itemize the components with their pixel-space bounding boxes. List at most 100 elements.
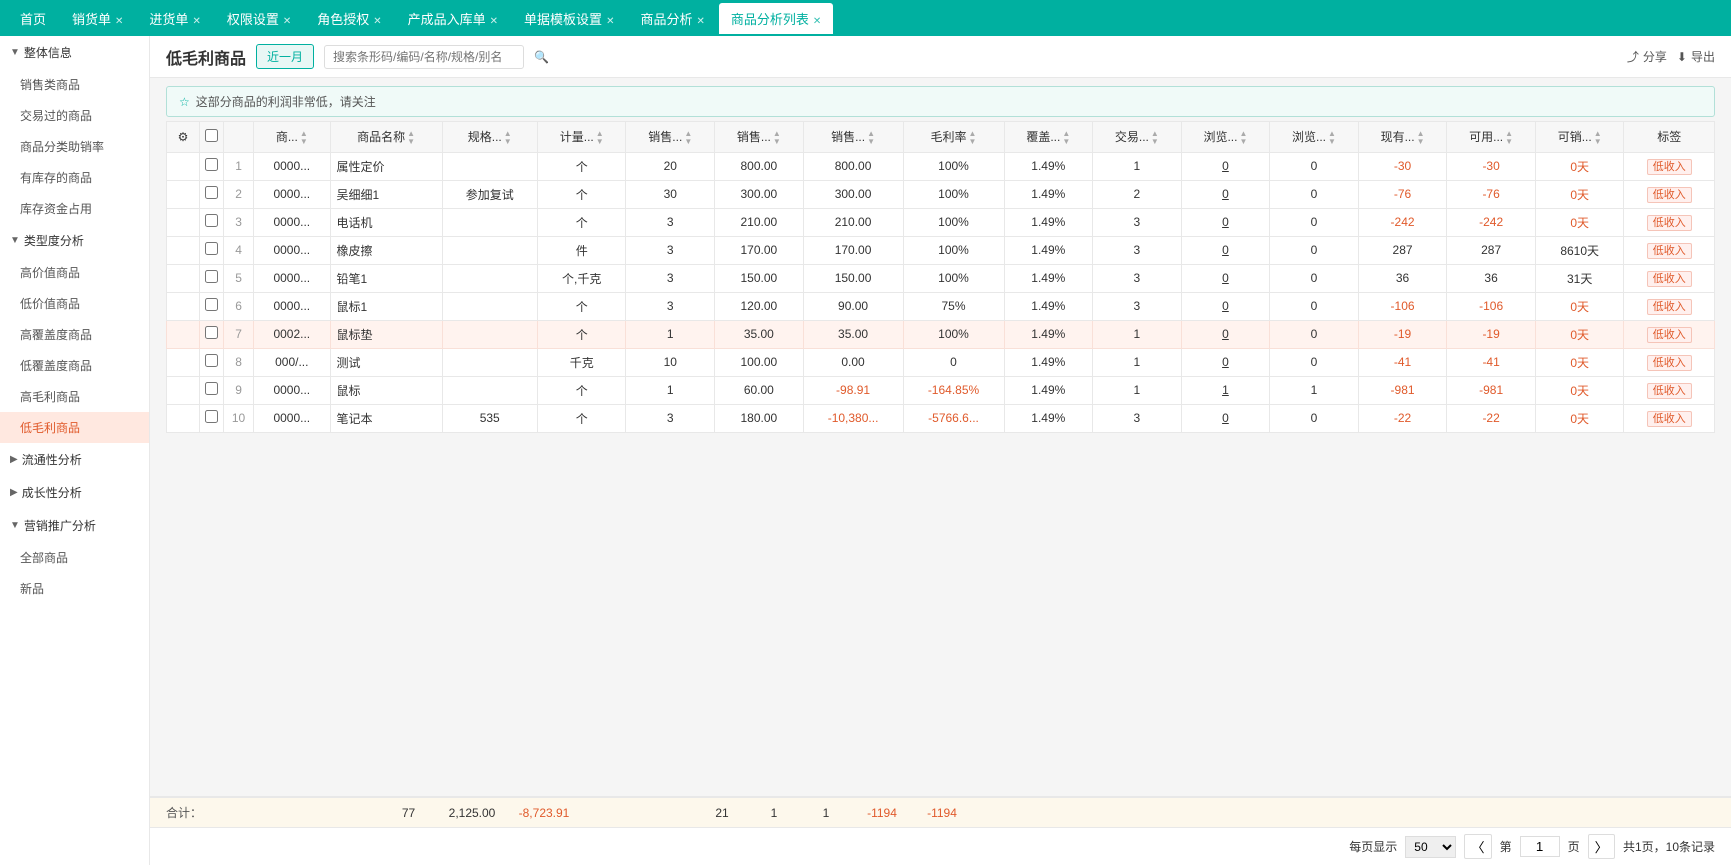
row-browse1[interactable]: 1: [1181, 376, 1270, 404]
nav-close-purchase[interactable]: ✕: [192, 16, 200, 27]
col-coverage[interactable]: 覆盖...▲▼: [1004, 122, 1093, 153]
search-input[interactable]: [324, 45, 524, 69]
row-browse1[interactable]: 0: [1181, 208, 1270, 236]
sidebar-item-sales-goods[interactable]: 销售类商品: [0, 69, 149, 100]
row-browse1[interactable]: 0: [1181, 348, 1270, 376]
col-transaction[interactable]: 交易...▲▼: [1093, 122, 1182, 153]
sidebar-group-overview[interactable]: ▼ 整体信息: [0, 36, 149, 69]
next-page-button[interactable]: 〉: [1588, 834, 1615, 859]
row-spec: [442, 320, 537, 348]
col-spec[interactable]: 规格...▲▼: [442, 122, 537, 153]
col-browse2[interactable]: 浏览...▲▼: [1270, 122, 1359, 153]
col-name[interactable]: 商品名称▲▼: [330, 122, 442, 153]
row-browse1[interactable]: 0: [1181, 292, 1270, 320]
col-gross-margin[interactable]: 毛利率▲▼: [903, 122, 1004, 153]
sidebar-group-marketing[interactable]: ▼ 营销推广分析: [0, 509, 149, 542]
row-checkbox-cell[interactable]: [200, 208, 224, 236]
nav-close-analysis[interactable]: ✕: [696, 16, 704, 27]
row-browse1[interactable]: 0: [1181, 264, 1270, 292]
row-checkbox-cell[interactable]: [200, 180, 224, 208]
row-transaction: 1: [1093, 376, 1182, 404]
nav-home[interactable]: 首页: [8, 3, 58, 34]
nav-product-analysis[interactable]: 商品分析✕: [628, 3, 716, 34]
sidebar-group-flow[interactable]: ▶ 流通性分析: [0, 443, 149, 476]
sidebar-item-high-value[interactable]: 高价值商品: [0, 257, 149, 288]
sidebar-item-new-goods[interactable]: 新品: [0, 573, 149, 604]
col-sales-count[interactable]: 销售...▲▼: [626, 122, 715, 153]
col-code[interactable]: 商...▲▼: [254, 122, 330, 153]
row-checkbox[interactable]: [205, 326, 218, 339]
nav-close-product-entry[interactable]: ✕: [490, 16, 498, 27]
select-all-checkbox[interactable]: [205, 129, 218, 142]
row-checkbox[interactable]: [205, 382, 218, 395]
page-input[interactable]: [1520, 836, 1560, 857]
share-button[interactable]: ⤴ 分享: [1627, 48, 1667, 65]
per-page-select[interactable]: 50 100 200: [1405, 836, 1456, 858]
nav-close-analysis-list[interactable]: ✕: [813, 16, 821, 27]
col-current-stock[interactable]: 现有...▲▼: [1358, 122, 1447, 153]
col-sales-profit[interactable]: 销售...▲▼: [803, 122, 903, 153]
row-sales-amount: 120.00: [715, 292, 804, 320]
row-checkbox-cell[interactable]: [200, 376, 224, 404]
search-icon[interactable]: 🔍: [534, 50, 549, 64]
col-browse1[interactable]: 浏览...▲▼: [1181, 122, 1270, 153]
row-browse1[interactable]: 0: [1181, 320, 1270, 348]
prev-page-button[interactable]: 〈: [1464, 834, 1491, 859]
row-checkbox[interactable]: [205, 270, 218, 283]
row-available: -76: [1447, 180, 1536, 208]
row-browse1[interactable]: 0: [1181, 180, 1270, 208]
sidebar-item-low-margin[interactable]: 低毛利商品: [0, 412, 149, 443]
sidebar-item-traded-goods[interactable]: 交易过的商品: [0, 100, 149, 131]
nav-product-analysis-list[interactable]: 商品分析列表✕: [719, 3, 833, 34]
nav-roles[interactable]: 角色授权✕: [305, 3, 393, 34]
sidebar-item-low-coverage[interactable]: 低覆盖度商品: [0, 350, 149, 381]
nav-close-roles[interactable]: ✕: [373, 16, 381, 27]
row-checkbox[interactable]: [205, 354, 218, 367]
sidebar-group-category[interactable]: ▼ 类型度分析: [0, 224, 149, 257]
row-sales-profit: -98.91: [803, 376, 903, 404]
row-browse1[interactable]: 0: [1181, 404, 1270, 432]
row-checkbox-cell[interactable]: [200, 348, 224, 376]
row-browse1[interactable]: 0: [1181, 236, 1270, 264]
date-filter-button[interactable]: 近一月: [256, 44, 314, 69]
col-available[interactable]: 可用...▲▼: [1447, 122, 1536, 153]
sidebar-item-high-coverage[interactable]: 高覆盖度商品: [0, 319, 149, 350]
nav-permissions[interactable]: 权限设置✕: [215, 3, 303, 34]
sidebar-group-growth[interactable]: ▶ 成长性分析: [0, 476, 149, 509]
row-checkbox[interactable]: [205, 214, 218, 227]
sidebar-item-category-sales[interactable]: 商品分类助销率: [0, 131, 149, 162]
col-saleable[interactable]: 可销...▲▼: [1535, 122, 1624, 153]
row-checkbox[interactable]: [205, 298, 218, 311]
col-checkbox[interactable]: [200, 122, 224, 153]
sidebar-item-all-goods[interactable]: 全部商品: [0, 542, 149, 573]
sidebar-item-stock-goods[interactable]: 有库存的商品: [0, 162, 149, 193]
col-unit[interactable]: 计量...▲▼: [537, 122, 626, 153]
nav-close-sales[interactable]: ✕: [115, 16, 123, 27]
row-browse1[interactable]: 0: [1181, 152, 1270, 180]
nav-sales[interactable]: 销货单✕: [60, 3, 135, 34]
row-checkbox[interactable]: [205, 410, 218, 423]
row-checkbox-cell[interactable]: [200, 152, 224, 180]
nav-template-settings[interactable]: 单据模板设置✕: [512, 3, 626, 34]
sidebar-item-low-value[interactable]: 低价值商品: [0, 288, 149, 319]
row-checkbox[interactable]: [205, 186, 218, 199]
sidebar-item-stock-capital[interactable]: 库存资金占用: [0, 193, 149, 224]
row-checkbox-cell[interactable]: [200, 404, 224, 432]
nav-close-permissions[interactable]: ✕: [283, 16, 291, 27]
row-actions: [167, 264, 200, 292]
sidebar-item-high-margin[interactable]: 高毛利商品: [0, 381, 149, 412]
nav-close-template[interactable]: ✕: [606, 16, 614, 27]
row-checkbox[interactable]: [205, 158, 218, 171]
row-sales-profit: -10,380...: [803, 404, 903, 432]
col-settings[interactable]: ⚙: [167, 122, 200, 153]
nav-purchase[interactable]: 进货单✕: [137, 3, 212, 34]
row-transaction: 3: [1093, 208, 1182, 236]
row-checkbox-cell[interactable]: [200, 320, 224, 348]
row-checkbox-cell[interactable]: [200, 264, 224, 292]
row-checkbox[interactable]: [205, 242, 218, 255]
nav-product-entry[interactable]: 产成品入库单✕: [396, 3, 510, 34]
row-checkbox-cell[interactable]: [200, 292, 224, 320]
row-checkbox-cell[interactable]: [200, 236, 224, 264]
col-sales-amount[interactable]: 销售...▲▼: [715, 122, 804, 153]
export-button[interactable]: ⬇ 导出: [1677, 48, 1715, 65]
